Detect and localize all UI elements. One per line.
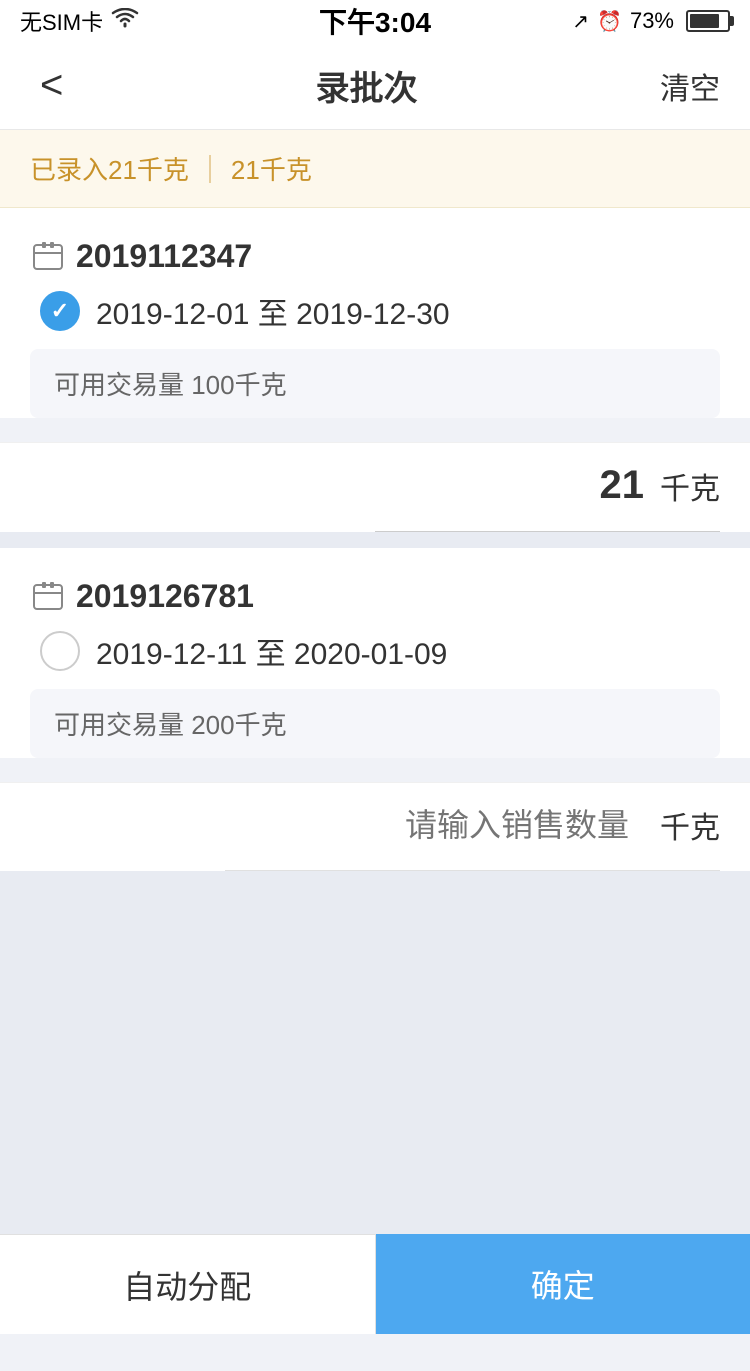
info-banner: 已录入21千克 21千克 bbox=[0, 130, 750, 208]
batch2-icon bbox=[30, 579, 66, 615]
batch2-id: 2019126781 bbox=[76, 578, 254, 615]
empty-area bbox=[0, 871, 750, 1271]
alarm-icon: ⏰ bbox=[597, 9, 622, 34]
wifi-icon bbox=[111, 8, 139, 34]
bottom-bar: 自动分配 确定 bbox=[0, 1234, 750, 1334]
status-bar: 无SIM卡 下午3:04 ↗ ⏰ 73% bbox=[0, 0, 750, 42]
page-title: 录批次 bbox=[316, 61, 418, 110]
batch2-available: 可用交易量 200千克 bbox=[30, 689, 720, 758]
batch2-radio[interactable] bbox=[40, 631, 80, 671]
batch2-input-row: 千克 bbox=[0, 782, 750, 871]
batch1-date: 2019-12-01 至 2019-12-30 bbox=[96, 289, 450, 333]
batch1-icon bbox=[30, 239, 66, 275]
status-right: ↗ ⏰ 73% bbox=[572, 8, 730, 34]
location-icon: ↗ bbox=[572, 9, 589, 34]
batch1-amount-value: 21 bbox=[600, 463, 645, 508]
back-button[interactable]: < bbox=[30, 53, 73, 118]
batch2-date-row: 2019-12-11 至 2020-01-09 bbox=[30, 629, 720, 673]
confirm-button[interactable]: 确定 bbox=[376, 1234, 750, 1334]
battery-percent: 73% bbox=[630, 8, 674, 34]
auto-distribute-button[interactable]: 自动分配 bbox=[0, 1234, 376, 1334]
total-amount: 21千克 bbox=[231, 150, 312, 187]
status-left: 无SIM卡 bbox=[20, 5, 139, 37]
nav-bar: < 录批次 清空 bbox=[0, 42, 750, 130]
entered-amount: 已录入21千克 bbox=[30, 150, 189, 187]
batch1-radio[interactable] bbox=[40, 291, 80, 331]
batch1-available: 可用交易量 100千克 bbox=[30, 349, 720, 418]
clear-button[interactable]: 清空 bbox=[660, 64, 720, 108]
carrier-text: 无SIM卡 bbox=[20, 5, 103, 37]
quantity-input[interactable] bbox=[30, 807, 644, 844]
status-time: 下午3:04 bbox=[319, 1, 431, 41]
batch2-header: 2019126781 bbox=[30, 578, 720, 615]
batch1-amount-unit: 千克 bbox=[660, 464, 720, 508]
batch1-amount-row: 21 千克 bbox=[0, 442, 750, 532]
batch2-date: 2019-12-11 至 2020-01-09 bbox=[96, 629, 447, 673]
batch-item-2: 2019126781 2019-12-11 至 2020-01-09 可用交易量… bbox=[0, 548, 750, 758]
section-divider bbox=[0, 532, 750, 548]
batch-item-1: 2019112347 2019-12-01 至 2019-12-30 可用交易量… bbox=[0, 208, 750, 418]
banner-divider bbox=[209, 155, 211, 183]
batch2-unit: 千克 bbox=[660, 803, 720, 847]
batch1-date-row: 2019-12-01 至 2019-12-30 bbox=[30, 289, 720, 333]
battery-icon bbox=[686, 10, 730, 32]
batch1-header: 2019112347 bbox=[30, 238, 720, 275]
batch1-id: 2019112347 bbox=[76, 238, 252, 275]
